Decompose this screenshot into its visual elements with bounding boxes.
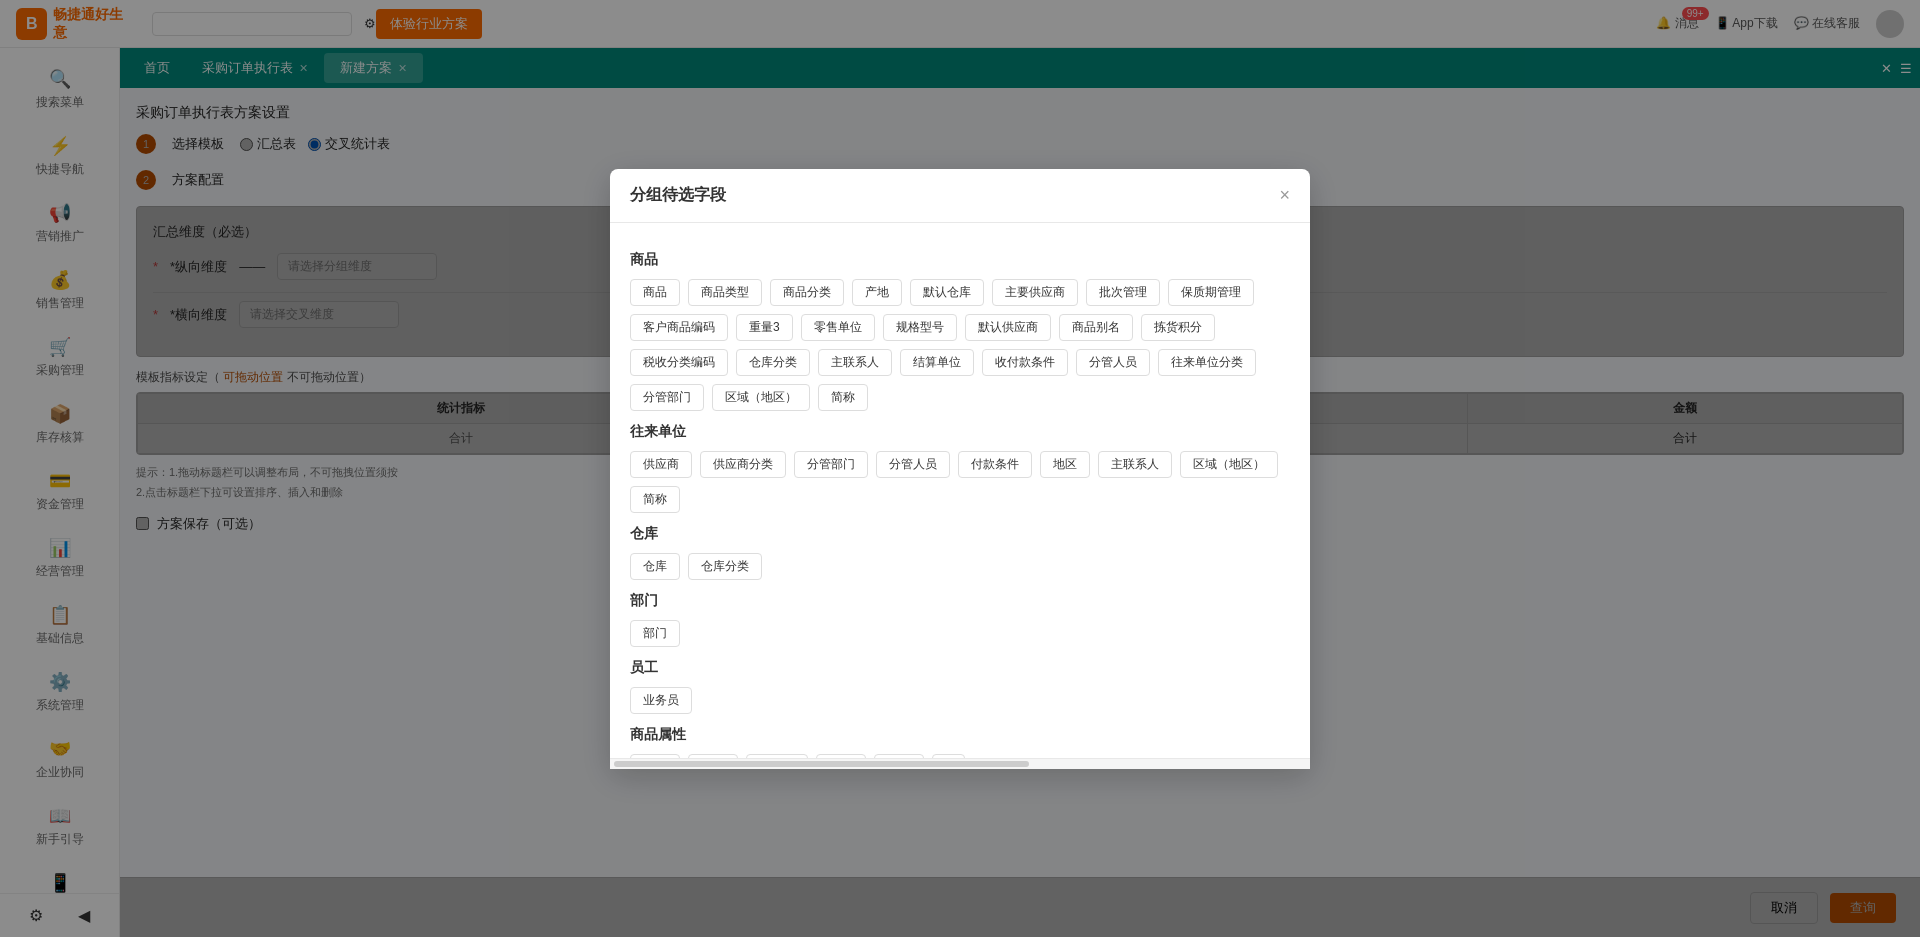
field-tag[interactable]: 部门 [630, 620, 680, 647]
field-group-title: 商品 [630, 251, 1290, 269]
field-tag[interactable]: 零售单位 [801, 314, 875, 341]
field-grid: 部门 [630, 620, 1290, 647]
field-grid: 商品商品类型商品分类产地默认仓库主要供应商批次管理保质期管理客户商品编码重量3 零… [630, 279, 1290, 411]
field-tag[interactable]: 客户商品编码 [630, 314, 728, 341]
field-tag[interactable]: 分管人员 [1076, 349, 1150, 376]
modal-overlay: 分组待选字段 × 商品商品商品类型商品分类产地默认仓库主要供应商批次管理保质期管… [0, 0, 1920, 937]
field-tag[interactable]: 商品 [630, 279, 680, 306]
field-tag[interactable]: 重量3 [736, 314, 793, 341]
field-tag[interactable]: 默认供应商 [965, 314, 1051, 341]
field-tag[interactable]: 分管人员 [876, 451, 950, 478]
field-group-title: 部门 [630, 592, 1290, 610]
field-tag[interactable]: 批次管理 [1086, 279, 1160, 306]
field-tag[interactable]: 主联系人 [818, 349, 892, 376]
field-tag[interactable]: 仓库 [630, 553, 680, 580]
field-group-title: 商品属性 [630, 726, 1290, 744]
field-tag[interactable]: 主联系人 [1098, 451, 1172, 478]
field-group-title: 员工 [630, 659, 1290, 677]
modal-close-icon[interactable]: × [1279, 186, 1290, 204]
field-tag[interactable]: 仓库分类 [688, 553, 762, 580]
field-tag[interactable]: 业务员 [630, 687, 692, 714]
field-tag[interactable]: 仓库分类 [736, 349, 810, 376]
field-tag[interactable]: 区域（地区） [712, 384, 810, 411]
field-tag[interactable]: 产地 [852, 279, 902, 306]
modal-horizontal-scrollbar[interactable] [610, 758, 1310, 769]
modal-body: 商品商品商品类型商品分类产地默认仓库主要供应商批次管理保质期管理客户商品编码重量… [610, 223, 1310, 758]
field-tag[interactable]: 商品分类 [770, 279, 844, 306]
field-select-modal: 分组待选字段 × 商品商品商品类型商品分类产地默认仓库主要供应商批次管理保质期管… [610, 169, 1310, 769]
modal-title: 分组待选字段 [630, 185, 726, 206]
field-tag[interactable]: 拣货积分 [1141, 314, 1215, 341]
field-tag[interactable]: 保质期管理 [1168, 279, 1254, 306]
field-tag[interactable]: 简称 [630, 486, 680, 513]
modal-header: 分组待选字段 × [610, 169, 1310, 223]
field-tag[interactable]: 付款条件 [958, 451, 1032, 478]
field-tag[interactable]: 分管部门 [794, 451, 868, 478]
field-tag[interactable]: 结算单位 [900, 349, 974, 376]
field-tag[interactable]: 供应商 [630, 451, 692, 478]
field-tag[interactable]: 税收分类编码 [630, 349, 728, 376]
field-tag[interactable]: 分管部门 [630, 384, 704, 411]
field-grid: 仓库仓库分类 [630, 553, 1290, 580]
field-tag[interactable]: 商品别名 [1059, 314, 1133, 341]
field-tag[interactable]: 供应商分类 [700, 451, 786, 478]
field-tag[interactable]: 往来单位分类 [1158, 349, 1256, 376]
field-tag[interactable]: 主要供应商 [992, 279, 1078, 306]
field-tag[interactable]: 商品类型 [688, 279, 762, 306]
field-grid: 业务员 [630, 687, 1290, 714]
field-group-title: 往来单位 [630, 423, 1290, 441]
field-tag[interactable]: 简称 [818, 384, 868, 411]
field-tag[interactable]: 收付款条件 [982, 349, 1068, 376]
field-grid: 供应商供应商分类分管部门分管人员付款条件地区主联系人区域（地区） 简称 [630, 451, 1290, 513]
field-tag[interactable]: 地区 [1040, 451, 1090, 478]
field-tag[interactable]: 默认仓库 [910, 279, 984, 306]
field-tag[interactable]: 区域（地区） [1180, 451, 1278, 478]
field-group-title: 仓库 [630, 525, 1290, 543]
field-tag[interactable]: 规格型号 [883, 314, 957, 341]
